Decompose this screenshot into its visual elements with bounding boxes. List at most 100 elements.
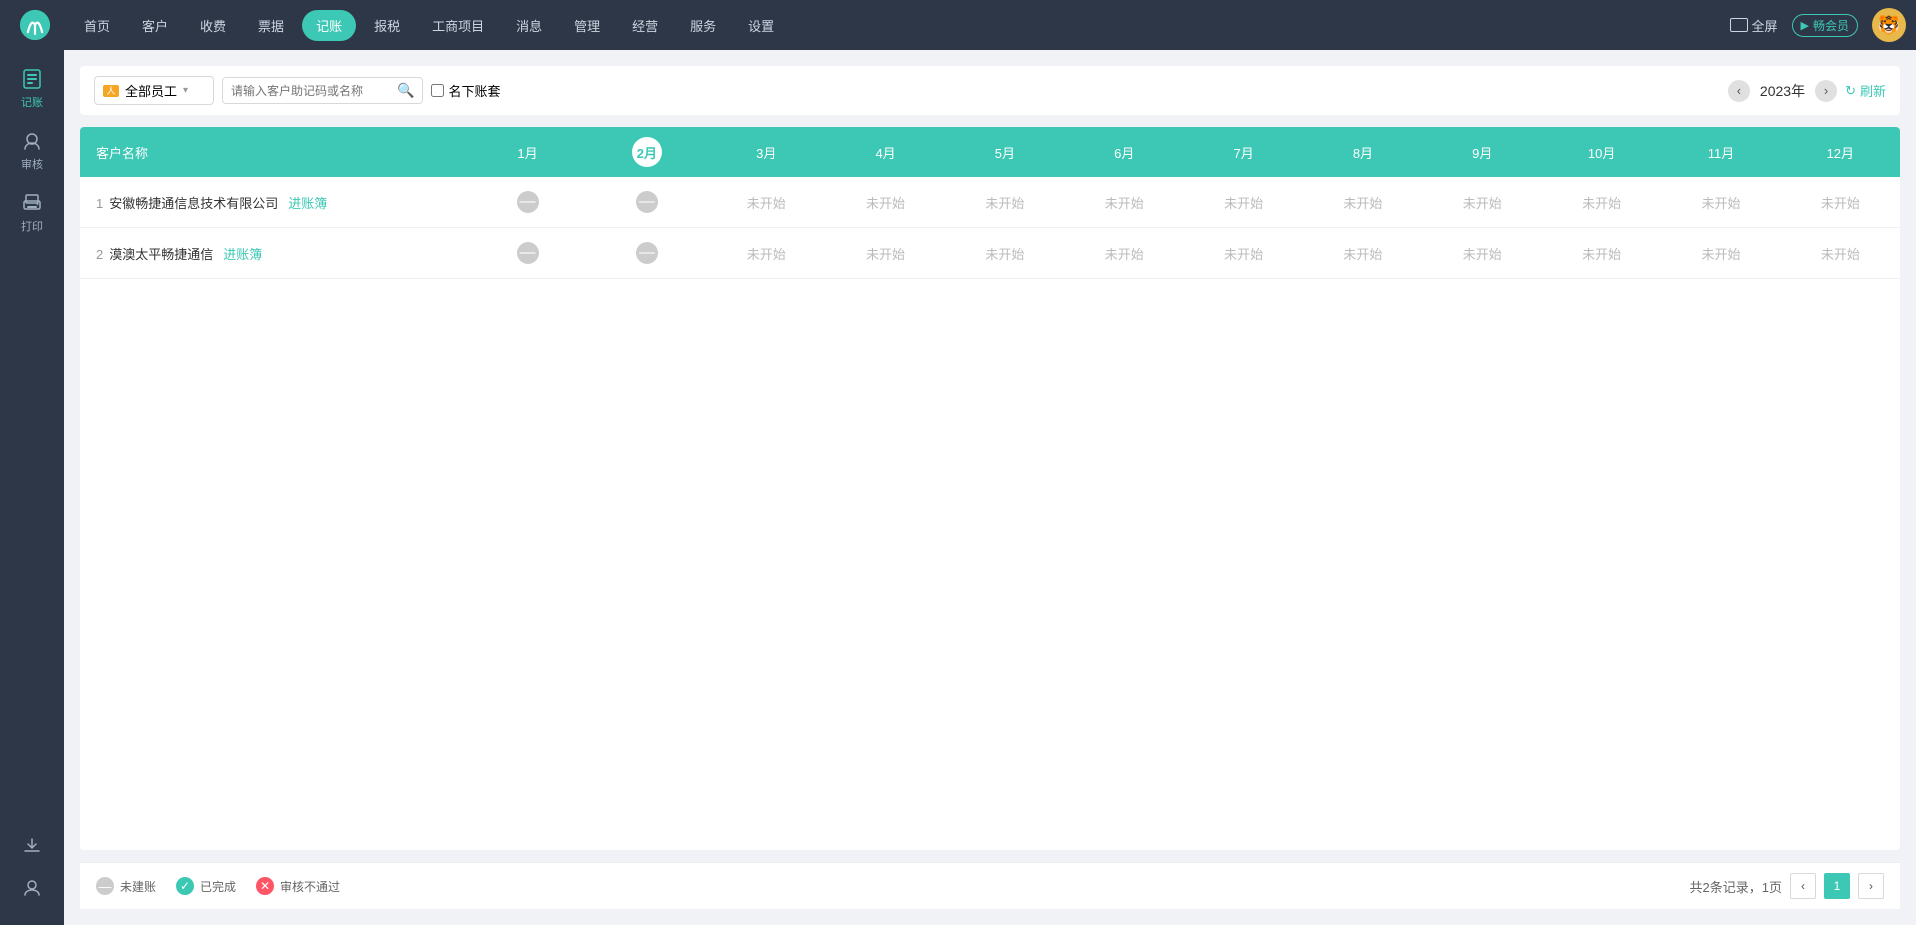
nav-home[interactable]: 首页 xyxy=(70,10,124,41)
sidebar: 记账 审核 打印 xyxy=(0,50,64,925)
refresh-icon: ↻ xyxy=(1845,83,1856,99)
cell-m12-row1: 未开始 xyxy=(1781,177,1900,228)
legend-dot-teal: ✓ xyxy=(176,877,194,895)
audit-icon xyxy=(21,130,43,152)
prev-year-button[interactable]: ‹ xyxy=(1728,80,1750,102)
status-not-started: 未开始 xyxy=(1701,196,1740,211)
nav-management[interactable]: 管理 xyxy=(560,10,614,41)
legend-dot-gray: — xyxy=(96,877,114,895)
checkbox-label: 名下账套 xyxy=(448,81,500,100)
status-not-started: 未开始 xyxy=(1582,247,1621,262)
year-display: 2023年 xyxy=(1760,81,1805,101)
enter-ledger-link[interactable]: 进账簿 xyxy=(288,196,327,211)
nav-billing[interactable]: 收费 xyxy=(186,10,240,41)
col-header-m2: 2月 xyxy=(587,127,706,177)
sidebar-item-accounting[interactable]: 记账 xyxy=(0,58,64,120)
col-header-m6: 6月 xyxy=(1065,127,1184,177)
top-nav: 首页 客户 收费 票据 记账 报税 工商项目 消息 管理 经营 服务 设置 全屏… xyxy=(0,0,1916,50)
col-header-m7: 7月 xyxy=(1184,127,1303,177)
nav-business[interactable]: 工商项目 xyxy=(418,10,498,41)
next-page-button[interactable]: › xyxy=(1858,873,1884,899)
content-area: 人 全部员工 ▾ 🔍 名下账套 ‹ 2023年 › ↻ 刷新 xyxy=(64,50,1916,925)
status-not-started: 未开始 xyxy=(1701,247,1740,262)
legend-completed: ✓ 已完成 xyxy=(176,877,236,895)
nav-settings[interactable]: 设置 xyxy=(734,10,788,41)
account-checkbox-wrap[interactable]: 名下账套 xyxy=(431,81,500,100)
main-body: 记账 审核 打印 xyxy=(0,50,1916,925)
next-year-button[interactable]: › xyxy=(1815,80,1837,102)
status-not-started: 未开始 xyxy=(1821,196,1860,211)
nav-message[interactable]: 消息 xyxy=(502,10,556,41)
active-month-badge: 2月 xyxy=(632,137,662,167)
status-not-started: 未开始 xyxy=(1463,196,1502,211)
legend-label-gray: 未建账 xyxy=(120,878,156,895)
cell-m3-row2: 未开始 xyxy=(707,228,826,279)
cell-m5-row2: 未开始 xyxy=(945,228,1064,279)
accounting-table: 客户名称 1月 2月 3月 4月 5月 6月 7月 8月 9月 10月 11月 xyxy=(80,127,1900,279)
legend-dot-red: ✕ xyxy=(256,877,274,895)
employee-select[interactable]: 人 全部员工 ▾ xyxy=(94,76,214,105)
cell-m5-row1: 未开始 xyxy=(945,177,1064,228)
cell-m1-row1: — xyxy=(468,177,587,228)
fullscreen-button[interactable]: 全屏 xyxy=(1730,16,1778,35)
cell-m6-row1: 未开始 xyxy=(1065,177,1184,228)
logo xyxy=(10,9,60,41)
table-row: 2漠澳太平畅捷通信进账簿——未开始未开始未开始未开始未开始未开始未开始未开始未开… xyxy=(80,228,1900,279)
customer-name: 漠澳太平畅捷通信 xyxy=(109,247,213,262)
employee-label: 全部员工 xyxy=(125,81,177,100)
vip-button[interactable]: ▶ 畅会员 xyxy=(1792,14,1858,37)
status-not-started: 未开始 xyxy=(1582,196,1621,211)
cell-m9-row2: 未开始 xyxy=(1423,228,1542,279)
footer: — 未建账 ✓ 已完成 ✕ 审核不通过 共2条记录，1页 ‹ 1 › xyxy=(80,862,1900,909)
sidebar-bottom xyxy=(0,825,64,925)
avatar[interactable]: 🐯 xyxy=(1872,8,1906,42)
sidebar-download[interactable] xyxy=(0,825,64,867)
status-not-started: 未开始 xyxy=(1821,247,1860,262)
nav-tax[interactable]: 报税 xyxy=(360,10,414,41)
status-not-built: — xyxy=(517,242,539,264)
col-header-m10: 10月 xyxy=(1542,127,1661,177)
nav-items: 首页 客户 收费 票据 记账 报税 工商项目 消息 管理 经营 服务 设置 xyxy=(70,10,1730,41)
nav-service[interactable]: 服务 xyxy=(676,10,730,41)
cell-name-2: 2漠澳太平畅捷通信进账簿 xyxy=(80,228,468,279)
row-index: 1 xyxy=(96,196,103,211)
table-header-row: 客户名称 1月 2月 3月 4月 5月 6月 7月 8月 9月 10月 11月 xyxy=(80,127,1900,177)
year-nav: ‹ 2023年 › xyxy=(1728,80,1837,102)
cell-m6-row2: 未开始 xyxy=(1065,228,1184,279)
user-icon xyxy=(21,877,43,899)
enter-ledger-link[interactable]: 进账簿 xyxy=(223,247,262,262)
refresh-button[interactable]: ↻ 刷新 xyxy=(1845,81,1886,100)
nav-right: 全屏 ▶ 畅会员 🐯 xyxy=(1730,8,1907,42)
col-header-m1: 1月 xyxy=(468,127,587,177)
cell-m10-row2: 未开始 xyxy=(1542,228,1661,279)
col-header-m4: 4月 xyxy=(826,127,945,177)
col-header-name: 客户名称 xyxy=(80,127,468,177)
search-input[interactable] xyxy=(231,84,391,98)
status-not-started: 未开始 xyxy=(1224,196,1263,211)
cell-m7-row1: 未开始 xyxy=(1184,177,1303,228)
nav-customer[interactable]: 客户 xyxy=(128,10,182,41)
sidebar-audit-label: 审核 xyxy=(21,156,43,172)
cell-m1-row2: — xyxy=(468,228,587,279)
legend-not-started: — 未建账 xyxy=(96,877,156,895)
sidebar-item-print[interactable]: 打印 xyxy=(0,182,64,244)
pagination: 共2条记录，1页 ‹ 1 › xyxy=(1690,873,1884,899)
download-icon xyxy=(21,835,43,857)
account-checkbox[interactable] xyxy=(431,84,444,97)
col-header-m9: 9月 xyxy=(1423,127,1542,177)
nav-invoice[interactable]: 票据 xyxy=(244,10,298,41)
status-not-started: 未开始 xyxy=(985,196,1024,211)
nav-accounting[interactable]: 记账 xyxy=(302,10,356,41)
table-row: 1安徽畅捷通信息技术有限公司进账簿——未开始未开始未开始未开始未开始未开始未开始… xyxy=(80,177,1900,228)
prev-page-button[interactable]: ‹ xyxy=(1790,873,1816,899)
status-not-started: 未开始 xyxy=(866,196,905,211)
search-button[interactable]: 🔍 xyxy=(397,82,414,99)
customer-name: 安徽畅捷通信息技术有限公司 xyxy=(109,196,278,211)
sidebar-item-audit[interactable]: 审核 xyxy=(0,120,64,182)
sidebar-user[interactable] xyxy=(0,867,64,909)
nav-operation[interactable]: 经营 xyxy=(618,10,672,41)
cell-m4-row1: 未开始 xyxy=(826,177,945,228)
status-not-built: — xyxy=(517,191,539,213)
page-1-button[interactable]: 1 xyxy=(1824,873,1850,899)
status-not-started: 未开始 xyxy=(747,247,786,262)
